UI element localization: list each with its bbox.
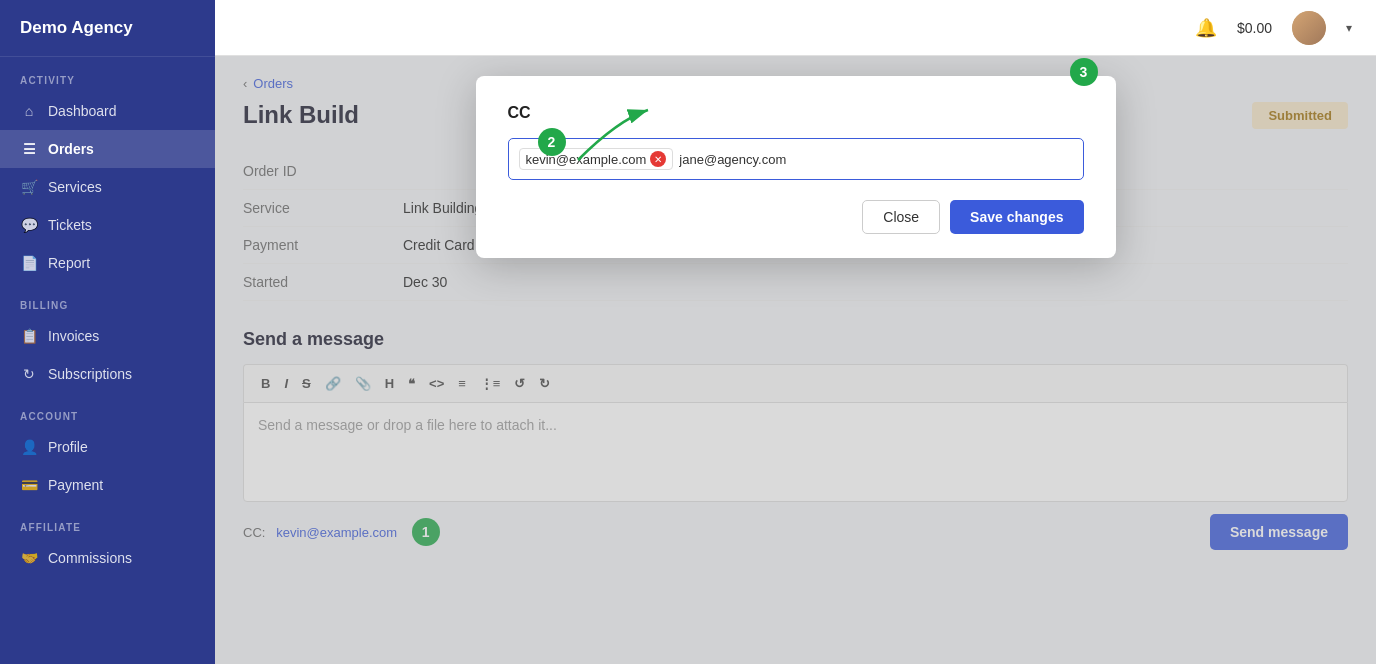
sidebar-item-dashboard[interactable]: ⌂ Dashboard <box>0 92 215 130</box>
sidebar-item-tickets[interactable]: 💬 Tickets <box>0 206 215 244</box>
sidebar-item-report[interactable]: 📄 Report <box>0 244 215 282</box>
services-icon: 🛒 <box>20 178 38 196</box>
sidebar-item-label: Tickets <box>48 217 92 233</box>
chevron-down-icon[interactable]: ▾ <box>1346 21 1352 35</box>
notifications-bell-icon[interactable]: 🔔 <box>1195 17 1217 39</box>
sidebar-item-label: Dashboard <box>48 103 117 119</box>
step2-badge: 2 <box>538 128 566 156</box>
sidebar-item-subscriptions[interactable]: ↻ Subscriptions <box>0 355 215 393</box>
page-content: ‹ Orders Link Build Submitted Order ID S… <box>215 56 1376 664</box>
modal-actions: Close Save changes <box>508 200 1084 234</box>
cc-tag-remove-button[interactable]: ✕ <box>650 151 666 167</box>
avatar[interactable] <box>1292 11 1326 45</box>
sidebar-item-label: Report <box>48 255 90 271</box>
modal-title: CC <box>508 104 1084 122</box>
avatar-image <box>1292 11 1326 45</box>
sidebar-item-label: Profile <box>48 439 88 455</box>
balance-display: $0.00 <box>1237 20 1272 36</box>
sidebar: Demo Agency ACTIVITY ⌂ Dashboard ☰ Order… <box>0 0 215 664</box>
section-activity: ACTIVITY <box>0 57 215 92</box>
sidebar-item-label: Services <box>48 179 102 195</box>
report-icon: 📄 <box>20 254 38 272</box>
modal-save-button[interactable]: Save changes <box>950 200 1083 234</box>
sidebar-item-label: Subscriptions <box>48 366 132 382</box>
cc-modal: CC kevin@example.com ✕ 2 <box>476 76 1116 258</box>
sidebar-item-profile[interactable]: 👤 Profile <box>0 428 215 466</box>
sidebar-item-commissions[interactable]: 🤝 Commissions <box>0 539 215 577</box>
modal-overlay: CC kevin@example.com ✕ 2 <box>215 56 1376 664</box>
modal-close-button[interactable]: Close <box>862 200 940 234</box>
sidebar-item-label: Commissions <box>48 550 132 566</box>
sidebar-item-payment[interactable]: 💳 Payment <box>0 466 215 504</box>
tickets-icon: 💬 <box>20 216 38 234</box>
section-billing: BILLING <box>0 282 215 317</box>
sidebar-item-label: Orders <box>48 141 94 157</box>
invoices-icon: 📋 <box>20 327 38 345</box>
brand-logo: Demo Agency <box>0 0 215 57</box>
cc-input-row[interactable]: kevin@example.com ✕ <box>508 138 1084 180</box>
step3-badge: 3 <box>1070 58 1098 86</box>
orders-icon: ☰ <box>20 140 38 158</box>
section-affiliate: AFFILIATE <box>0 504 215 539</box>
commissions-icon: 🤝 <box>20 549 38 567</box>
sidebar-item-orders[interactable]: ☰ Orders <box>0 130 215 168</box>
main-content: 🔔 $0.00 ▾ ‹ Orders Link Build Submitted … <box>215 0 1376 664</box>
payment-icon: 💳 <box>20 476 38 494</box>
dashboard-icon: ⌂ <box>20 102 38 120</box>
topbar: 🔔 $0.00 ▾ <box>215 0 1376 56</box>
sidebar-item-invoices[interactable]: 📋 Invoices <box>0 317 215 355</box>
cc-text-input[interactable] <box>679 152 1072 167</box>
sidebar-item-label: Invoices <box>48 328 99 344</box>
subscriptions-icon: ↻ <box>20 365 38 383</box>
profile-icon: 👤 <box>20 438 38 456</box>
sidebar-item-services[interactable]: 🛒 Services <box>0 168 215 206</box>
section-account: ACCOUNT <box>0 393 215 428</box>
sidebar-item-label: Payment <box>48 477 103 493</box>
